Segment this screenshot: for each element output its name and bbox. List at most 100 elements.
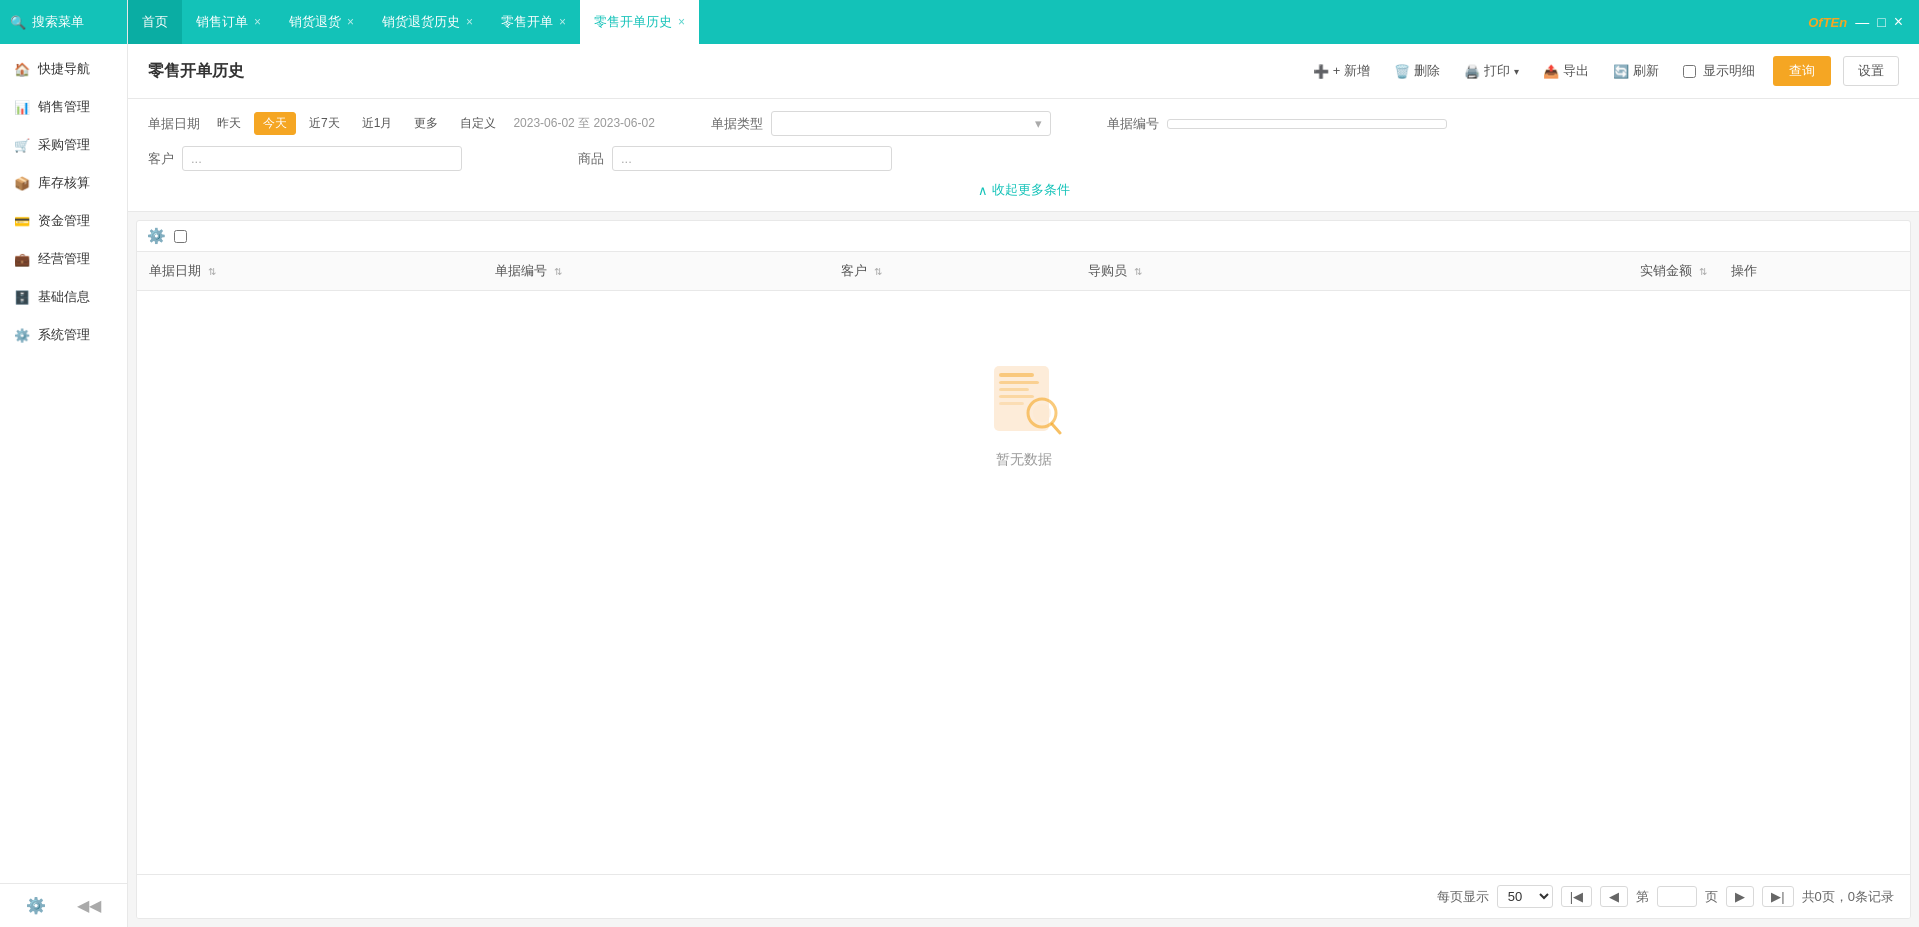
select-all-checkbox[interactable] xyxy=(174,230,187,243)
tab-sales-return[interactable]: 销货退货 × xyxy=(275,0,368,44)
svg-point-7 xyxy=(1033,404,1051,422)
add-btn[interactable]: ➕ + 新增 xyxy=(1307,58,1376,84)
display-detail-checkbox[interactable] xyxy=(1683,65,1696,78)
settings-btn[interactable]: 设置 xyxy=(1843,56,1899,86)
pagination: 每页显示 10 20 50 100 |◀ ◀ 第 1 页 ▶ ▶| 共0页，0条… xyxy=(137,874,1910,918)
tab-sales-order-label: 销售订单 xyxy=(196,13,248,31)
maximize-btn[interactable]: □ xyxy=(1877,14,1885,30)
settings-icon-btn[interactable]: ⚙️ xyxy=(26,896,46,915)
box-icon: 📦 xyxy=(14,175,30,191)
next-page-btn[interactable]: ▶ xyxy=(1726,886,1754,907)
date-last-month-btn[interactable]: 近1月 xyxy=(353,112,402,135)
home-icon: 🏠 xyxy=(14,61,30,77)
wallet-icon: 💳 xyxy=(14,213,30,229)
col-date-sort-icon: ⇅ xyxy=(208,266,216,277)
database-icon: 🗄️ xyxy=(14,289,30,305)
svg-rect-5 xyxy=(999,402,1024,405)
doc-no-input[interactable] xyxy=(1167,119,1447,129)
table-container: 单据日期 ⇅ 单据编号 ⇅ 客户 ⇅ xyxy=(137,252,1910,874)
sidebar-item-label: 采购管理 xyxy=(38,136,90,154)
col-no[interactable]: 单据编号 ⇅ xyxy=(483,252,829,291)
collapse-sidebar-btn[interactable]: ◀◀ xyxy=(77,896,101,915)
col-guide-sort-icon: ⇅ xyxy=(1134,266,1142,277)
empty-illustration xyxy=(974,351,1074,451)
tab-sales-return-history-close[interactable]: × xyxy=(466,15,473,29)
prev-page-btn[interactable]: ◀ xyxy=(1600,886,1628,907)
export-btn[interactable]: 📤 导出 xyxy=(1537,58,1595,84)
type-select[interactable]: ▾ xyxy=(771,111,1051,136)
tab-sales-order-close[interactable]: × xyxy=(254,15,261,29)
print-arrow-icon: ▾ xyxy=(1514,66,1519,77)
sidebar-item-purchase-mgmt[interactable]: 🛒 采购管理 xyxy=(0,126,127,164)
briefcase-icon: 💼 xyxy=(14,251,30,267)
col-customer[interactable]: 客户 ⇅ xyxy=(829,252,1076,291)
date-custom-btn[interactable]: 自定义 xyxy=(451,112,505,135)
first-page-btn[interactable]: |◀ xyxy=(1561,886,1592,907)
sidebar-menu: 🏠 快捷导航 📊 销售管理 🛒 采购管理 📦 库存核算 💳 资金管理 💼 经营管… xyxy=(0,44,127,883)
query-btn[interactable]: 查询 xyxy=(1773,56,1831,86)
col-action: 操作 xyxy=(1719,252,1910,291)
app-title-label: OfTEn xyxy=(1808,15,1847,30)
sidebar-item-label: 销售管理 xyxy=(38,98,90,116)
collapse-filter-btn[interactable]: ∧ 收起更多条件 xyxy=(148,181,1899,199)
type-label: 单据类型 xyxy=(711,115,763,133)
date-more-btn[interactable]: 更多 xyxy=(405,112,447,135)
customer-input[interactable]: ... xyxy=(182,146,462,171)
tab-sales-return-history[interactable]: 销货退货历史 × xyxy=(368,0,487,44)
sidebar-item-label: 基础信息 xyxy=(38,288,90,306)
table-header: 单据日期 ⇅ 单据编号 ⇅ 客户 ⇅ xyxy=(137,252,1910,291)
product-input[interactable]: ... xyxy=(612,146,892,171)
close-btn-window[interactable]: × xyxy=(1894,13,1903,31)
delete-icon: 🗑️ xyxy=(1394,64,1410,79)
tab-retail-open-history-label: 零售开单历史 xyxy=(594,13,672,31)
tab-retail-open-history[interactable]: 零售开单历史 × xyxy=(580,0,699,44)
add-icon: ➕ xyxy=(1313,64,1329,79)
search-icon: 🔍 xyxy=(10,15,26,30)
sidebar-item-label: 库存核算 xyxy=(38,174,90,192)
tab-sales-return-history-label: 销货退货历史 xyxy=(382,13,460,31)
sidebar-search[interactable]: 🔍 搜索菜单 xyxy=(0,0,127,44)
print-btn[interactable]: 🖨️ 打印 ▾ xyxy=(1458,58,1525,84)
data-table: 单据日期 ⇅ 单据编号 ⇅ 客户 ⇅ xyxy=(137,252,1910,291)
page-number-input[interactable]: 1 xyxy=(1657,886,1697,907)
minimize-btn[interactable]: — xyxy=(1855,14,1869,30)
col-no-sort-icon: ⇅ xyxy=(554,266,562,277)
tab-retail-open-label: 零售开单 xyxy=(501,13,553,31)
sidebar-item-quick-nav[interactable]: 🏠 快捷导航 xyxy=(0,50,127,88)
col-amount-sort-icon: ⇅ xyxy=(1699,266,1707,277)
export-icon: 📤 xyxy=(1543,64,1559,79)
date-last7-btn[interactable]: 近7天 xyxy=(300,112,349,135)
tab-home-label: 首页 xyxy=(142,13,168,31)
col-guide[interactable]: 导购员 ⇅ xyxy=(1076,252,1373,291)
display-detail-btn[interactable]: 显示明细 xyxy=(1677,58,1761,84)
sidebar-item-inventory[interactable]: 📦 库存核算 xyxy=(0,164,127,202)
col-date[interactable]: 单据日期 ⇅ xyxy=(137,252,483,291)
doc-no-label: 单据编号 xyxy=(1107,115,1159,133)
col-customer-sort-icon: ⇅ xyxy=(874,266,882,277)
svg-line-8 xyxy=(1052,424,1060,433)
date-today-btn[interactable]: 今天 xyxy=(254,112,296,135)
table-settings-icon[interactable]: ⚙️ xyxy=(147,227,166,245)
last-page-btn[interactable]: ▶| xyxy=(1762,886,1793,907)
date-yesterday-btn[interactable]: 昨天 xyxy=(208,112,250,135)
sidebar-item-basic-info[interactable]: 🗄️ 基础信息 xyxy=(0,278,127,316)
sidebar-item-finance[interactable]: 💳 资金管理 xyxy=(0,202,127,240)
type-filter-group: 单据类型 ▾ xyxy=(711,111,1051,136)
sidebar-search-label: 搜索菜单 xyxy=(32,13,84,31)
tab-sales-order[interactable]: 销售订单 × xyxy=(182,0,275,44)
delete-btn[interactable]: 🗑️ 删除 xyxy=(1388,58,1446,84)
tab-sales-return-close[interactable]: × xyxy=(347,15,354,29)
sidebar-item-sales-mgmt[interactable]: 📊 销售管理 xyxy=(0,88,127,126)
col-amount[interactable]: 实销金额 ⇅ xyxy=(1373,252,1719,291)
refresh-btn[interactable]: 🔄 刷新 xyxy=(1607,58,1665,84)
tab-retail-open-history-close[interactable]: × xyxy=(678,15,685,29)
sidebar-item-operations[interactable]: 💼 经营管理 xyxy=(0,240,127,278)
sidebar-item-system[interactable]: ⚙️ 系统管理 xyxy=(0,316,127,354)
tab-retail-open-close[interactable]: × xyxy=(559,15,566,29)
per-page-select[interactable]: 10 20 50 100 xyxy=(1497,885,1553,908)
refresh-icon: 🔄 xyxy=(1613,64,1629,79)
tab-home[interactable]: 首页 xyxy=(128,0,182,44)
customer-label: 客户 xyxy=(148,150,174,168)
empty-state: 暂无数据 xyxy=(137,291,1910,529)
tab-retail-open[interactable]: 零售开单 × xyxy=(487,0,580,44)
